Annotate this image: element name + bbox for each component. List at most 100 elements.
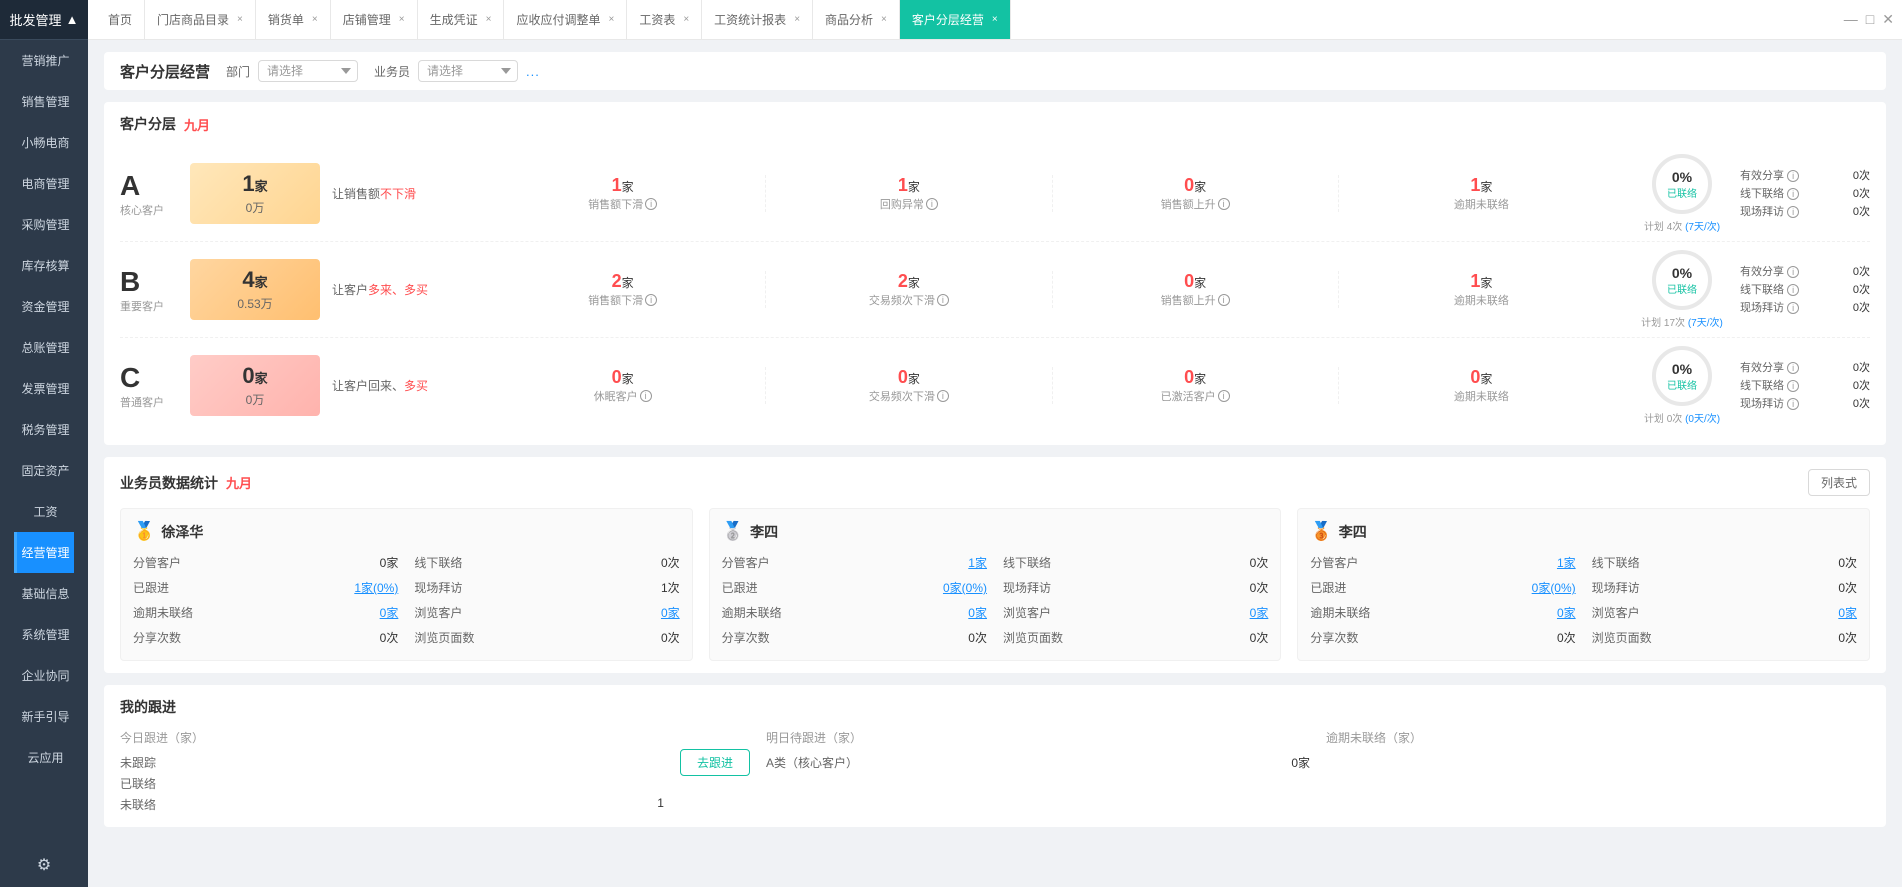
staff-val-right-0-2[interactable]: 0家 xyxy=(661,604,680,621)
dept-select[interactable]: 请选择 xyxy=(258,60,358,82)
info-icon-1-2[interactable]: i xyxy=(1218,294,1230,306)
tier-stat-0-1[interactable]: 1家回购异常i xyxy=(766,175,1052,212)
sidebar-item-4[interactable]: 采购管理 xyxy=(14,204,73,245)
info-icon-0-2[interactable]: i xyxy=(1218,198,1230,210)
sidebar-item-11[interactable]: 工资 xyxy=(14,491,73,532)
tab-close-2[interactable]: × xyxy=(312,14,318,25)
tab-5[interactable]: 应收应付调整单× xyxy=(504,0,627,40)
sidebar-item-2[interactable]: 小畅电商 xyxy=(14,122,73,163)
sidebar-item-6[interactable]: 资金管理 xyxy=(14,286,73,327)
tab-close-6[interactable]: × xyxy=(683,14,689,25)
sidebar-item-7[interactable]: 总账管理 xyxy=(14,327,73,368)
sidebar-item-16[interactable]: 新手引导 xyxy=(14,696,73,737)
biz-section-month: 九月 xyxy=(226,473,252,492)
tier-stat-1-3[interactable]: 1家逾期未联络 xyxy=(1339,271,1624,308)
info-icon-2-2[interactable]: i xyxy=(1218,390,1230,402)
sidebar-item-10[interactable]: 固定资产 xyxy=(14,450,73,491)
staff-val-left-0-2[interactable]: 0家 xyxy=(380,604,399,621)
tier-name-2: 普通客户 xyxy=(120,394,190,410)
staff-select[interactable]: 请选择 xyxy=(418,60,518,82)
info-icon-1-0[interactable]: i xyxy=(645,294,657,306)
sidebar-item-15[interactable]: 企业协同 xyxy=(14,655,73,696)
sidebar-logo-arrow: ▲ xyxy=(66,12,79,27)
staff-val-right-1-2[interactable]: 0家 xyxy=(1250,604,1269,621)
tier-count-box-2[interactable]: 0家0万 xyxy=(190,355,320,416)
staff-val-left-1-2[interactable]: 0家 xyxy=(968,604,987,621)
tab-1[interactable]: 门店商品目录× xyxy=(145,0,256,40)
info-icon-2-1[interactable]: i xyxy=(937,390,949,402)
customer-section-title: 客户分层 xyxy=(120,114,176,134)
tier-stat-1-2[interactable]: 0家销售额上升i xyxy=(1053,271,1339,308)
staff-val-left-1-1[interactable]: 0家(0%) xyxy=(943,579,987,596)
info-icon-0-0[interactable]: i xyxy=(645,198,657,210)
staff-val-left-2-3: 0次 xyxy=(1557,629,1576,646)
tab-close-4[interactable]: × xyxy=(486,14,492,25)
list-view-button[interactable]: 列表式 xyxy=(1808,469,1870,496)
tier-stat-2-1[interactable]: 0家交易频次下滑i xyxy=(766,367,1052,404)
go-follow-button[interactable]: 去跟进 xyxy=(680,749,750,776)
window-close-icon[interactable]: ✕ xyxy=(1882,11,1894,28)
circle-label-0: 已联络 xyxy=(1667,185,1697,200)
staff-val-right-2-2[interactable]: 0家 xyxy=(1838,604,1857,621)
info-icon-0-1[interactable]: i xyxy=(926,198,938,210)
follow-untracked-label: 未跟踪 xyxy=(120,754,156,771)
sidebar-item-12[interactable]: 经营管理 xyxy=(14,532,73,573)
sidebar-item-5[interactable]: 库存核算 xyxy=(14,245,73,286)
staff-val-left-2-2[interactable]: 0家 xyxy=(1557,604,1576,621)
sidebar-item-9[interactable]: 税务管理 xyxy=(14,409,73,450)
tier-stat-2-2[interactable]: 0家已激活客户i xyxy=(1053,367,1339,404)
info-icon-2-0[interactable]: i xyxy=(640,390,652,402)
follow-row-contacted: 已联络 xyxy=(120,773,664,794)
tab-close-8[interactable]: × xyxy=(881,14,887,25)
window-maximize-icon[interactable]: □ xyxy=(1866,11,1874,28)
tab-close-3[interactable]: × xyxy=(399,14,405,25)
tab-2[interactable]: 销货单× xyxy=(256,0,331,40)
tab-6[interactable]: 工资表× xyxy=(627,0,702,40)
sidebar-item-0[interactable]: 营销推广 xyxy=(14,40,73,81)
tier-stat-2-3[interactable]: 0家逾期未联络 xyxy=(1339,367,1624,404)
tier-stat-0-3[interactable]: 1家逾期未联络 xyxy=(1339,175,1624,212)
today-follow-title: 今日跟进（家） xyxy=(120,729,664,746)
tab-close-5[interactable]: × xyxy=(608,14,614,25)
follow-not-contacted-label: 未联络 xyxy=(120,796,156,813)
tier-stat-1-1[interactable]: 2家交易频次下滑i xyxy=(766,271,1052,308)
tab-close-9[interactable]: × xyxy=(992,14,998,25)
tab-close-1[interactable]: × xyxy=(237,14,243,25)
staff-stat-right-2-1: 现场拜访0次 xyxy=(1592,577,1857,598)
sidebar-item-13[interactable]: 基础信息 xyxy=(14,573,73,614)
sidebar-logo[interactable]: 批发管理 ▲ xyxy=(0,0,88,40)
window-minimize-icon[interactable]: — xyxy=(1844,11,1858,28)
customer-section-month: 九月 xyxy=(184,115,210,134)
tier-stat-0-0[interactable]: 1家销售额下滑i xyxy=(480,175,766,212)
tier-count-box-1[interactable]: 4家0.53万 xyxy=(190,259,320,320)
sidebar-item-3[interactable]: 电商管理 xyxy=(14,163,73,204)
sidebar-item-8[interactable]: 发票管理 xyxy=(14,368,73,409)
gear-icon[interactable]: ⚙ xyxy=(37,857,51,874)
staff-name-2: 李四 xyxy=(1339,522,1367,542)
tab-0[interactable]: 首页 xyxy=(96,0,145,40)
tier-stat-0-2[interactable]: 0家销售额上升i xyxy=(1053,175,1339,212)
tier-stat-1-0[interactable]: 2家销售额下滑i xyxy=(480,271,766,308)
tab-9[interactable]: 客户分层经营× xyxy=(900,0,1011,40)
tab-4[interactable]: 生成凭证× xyxy=(418,0,505,40)
sidebar-item-1[interactable]: 销售管理 xyxy=(14,81,73,122)
tier-count-box-0[interactable]: 1家0万 xyxy=(190,163,320,224)
tab-close-7[interactable]: × xyxy=(794,14,800,25)
tier-stat-2-0[interactable]: 0家休眠客户i xyxy=(480,367,766,404)
today-follow-rows: 未跟踪 已联络 未联络 1 xyxy=(120,752,664,815)
staff-name-1: 李四 xyxy=(750,522,778,542)
more-options-icon[interactable]: ... xyxy=(526,64,540,79)
staff-val-left-1-0[interactable]: 1家 xyxy=(968,554,987,571)
tab-7[interactable]: 工资统计报表× xyxy=(702,0,813,40)
info-icon-1-1[interactable]: i xyxy=(937,294,949,306)
tab-8[interactable]: 商品分析× xyxy=(813,0,900,40)
tier-row-b: B重要客户4家0.53万让客户多来、多买2家销售额下滑i2家交易频次下滑i0家销… xyxy=(120,242,1870,338)
tab-3[interactable]: 店铺管理× xyxy=(331,0,418,40)
sidebar-logo-text: 批发管理 xyxy=(10,10,62,29)
staff-val-left-2-0[interactable]: 1家 xyxy=(1557,554,1576,571)
staff-val-left-2-1[interactable]: 0家(0%) xyxy=(1532,579,1576,596)
sidebar-item-14[interactable]: 系统管理 xyxy=(14,614,73,655)
sidebar-item-17[interactable]: 云应用 xyxy=(14,737,73,778)
staff-val-left-0-1[interactable]: 1家(0%) xyxy=(354,579,398,596)
tab-bar: 首页门店商品目录×销货单×店铺管理×生成凭证×应收应付调整单×工资表×工资统计报… xyxy=(88,0,1902,40)
